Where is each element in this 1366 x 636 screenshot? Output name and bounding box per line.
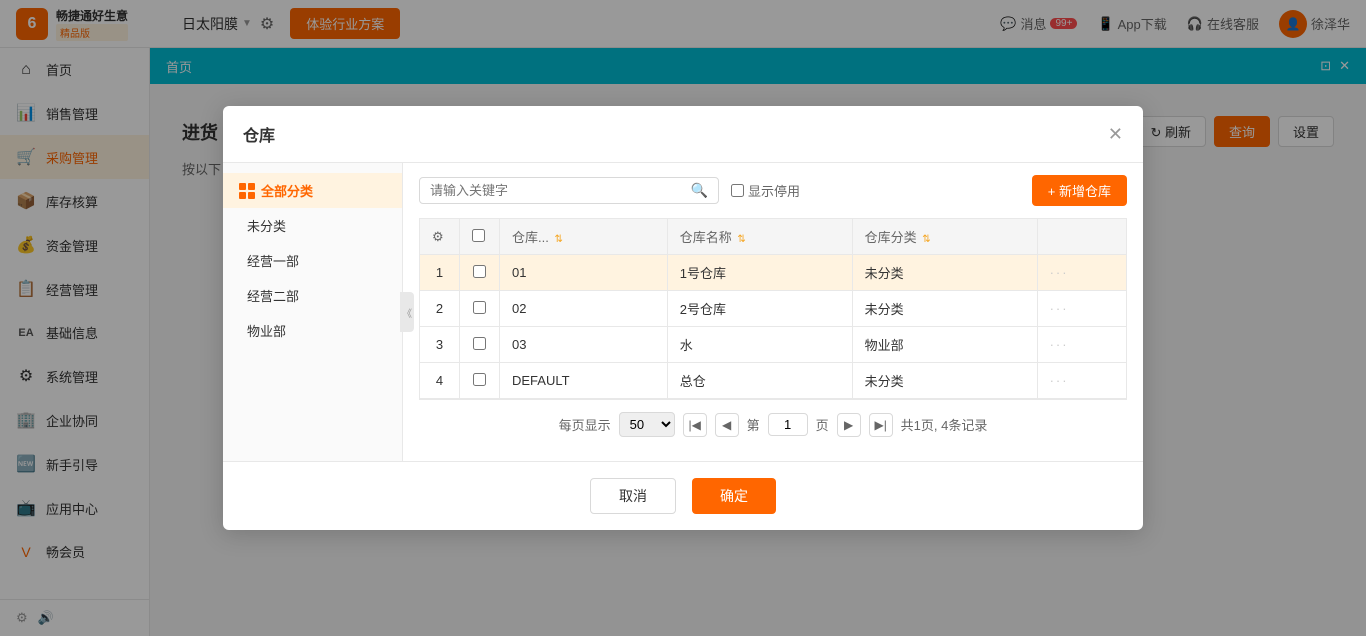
cat-item-1[interactable]: 经营一部	[223, 243, 402, 278]
cat-collapse-btn[interactable]: 《	[400, 292, 414, 332]
row-more-icon[interactable]: ···	[1050, 337, 1069, 352]
row-more-icon[interactable]: ···	[1050, 301, 1069, 316]
row-code: 02	[500, 291, 668, 327]
th-category: 仓库分类 ⇅	[852, 219, 1037, 255]
page-unit: 页	[816, 415, 829, 434]
modal-footer: 取消 确定	[223, 461, 1143, 530]
per-page-label: 每页显示	[559, 415, 611, 434]
row-category: 未分类	[852, 363, 1037, 399]
page-summary: 共1页, 4条记录	[901, 415, 988, 434]
show-disabled-label[interactable]: 显示停用	[731, 181, 800, 200]
page-input[interactable]	[768, 413, 808, 436]
table-toolbar: 🔍 显示停用 + 新增仓库	[419, 175, 1127, 206]
page-prev-btn[interactable]: ◀	[715, 413, 739, 437]
modal-close-btn[interactable]: ✕	[1108, 124, 1123, 145]
search-box: 🔍	[419, 177, 719, 204]
add-warehouse-btn[interactable]: + 新增仓库	[1032, 175, 1127, 206]
cat-item-3[interactable]: 物业部	[223, 313, 402, 348]
modal-overlay: 仓库 ✕ 全部分类 未分类	[0, 0, 1366, 636]
table-row[interactable]: 4 DEFAULT 总仓 未分类 ···	[420, 363, 1127, 399]
row-code: 03	[500, 327, 668, 363]
row-num: 4	[420, 363, 460, 399]
row-more-icon[interactable]: ···	[1050, 265, 1069, 280]
search-input[interactable]	[430, 183, 685, 198]
per-page-select[interactable]: 10 20 50 100	[619, 412, 675, 437]
row-name: 2号仓库	[667, 291, 852, 327]
th-actions	[1037, 219, 1126, 255]
modal-header: 仓库 ✕	[223, 106, 1143, 163]
row-actions[interactable]: ···	[1037, 327, 1126, 363]
confirm-btn[interactable]: 确定	[692, 478, 776, 514]
th-name: 仓库名称 ⇅	[667, 219, 852, 255]
table-panel: 🔍 显示停用 + 新增仓库 ⚙	[403, 163, 1143, 461]
cancel-btn[interactable]: 取消	[590, 478, 676, 514]
sort-code-icon[interactable]: ⇅	[554, 234, 562, 245]
row-num: 1	[420, 255, 460, 291]
th-category-label: 仓库分类	[865, 230, 917, 245]
table-head: ⚙ 仓库... ⇅ 仓库名称 ⇅	[420, 219, 1127, 255]
show-disabled-text: 显示停用	[748, 181, 800, 200]
row-check[interactable]	[460, 255, 500, 291]
table-body: 1 01 1号仓库 未分类 ··· 2 02 2	[420, 255, 1127, 399]
pagination: 每页显示 10 20 50 100 |◀ ◀ 第 页 ▶	[419, 399, 1127, 449]
select-all-checkbox[interactable]	[472, 229, 485, 242]
modal-body: 全部分类 未分类 经营一部 经营二部 物业部 《 🔍	[223, 163, 1143, 461]
cat-item-0[interactable]: 未分类	[223, 208, 402, 243]
search-icon: 🔍	[691, 182, 708, 199]
table-row[interactable]: 2 02 2号仓库 未分类 ···	[420, 291, 1127, 327]
category-panel: 全部分类 未分类 经营一部 经营二部 物业部 《	[223, 163, 403, 461]
cat-all-item[interactable]: 全部分类	[223, 173, 402, 208]
row-actions[interactable]: ···	[1037, 255, 1126, 291]
show-disabled-checkbox[interactable]	[731, 184, 744, 197]
warehouse-modal: 仓库 ✕ 全部分类 未分类	[223, 106, 1143, 530]
row-category: 未分类	[852, 291, 1037, 327]
th-checkbox	[460, 219, 500, 255]
row-name: 总仓	[667, 363, 852, 399]
page-next-btn[interactable]: ▶	[837, 413, 861, 437]
row-check[interactable]	[460, 291, 500, 327]
row-code: DEFAULT	[500, 363, 668, 399]
grid-icon	[239, 183, 255, 199]
sort-category-icon[interactable]: ⇅	[922, 234, 930, 245]
row-category: 未分类	[852, 255, 1037, 291]
th-name-label: 仓库名称	[680, 230, 732, 245]
page-first-btn[interactable]: |◀	[683, 413, 707, 437]
row-code: 01	[500, 255, 668, 291]
row-num: 2	[420, 291, 460, 327]
row-num: 3	[420, 327, 460, 363]
row-name: 水	[667, 327, 852, 363]
per-page-select-area: 10 20 50 100	[619, 412, 675, 437]
row-category: 物业部	[852, 327, 1037, 363]
row-checkbox-4[interactable]	[473, 373, 486, 386]
row-actions[interactable]: ···	[1037, 291, 1126, 327]
row-more-icon[interactable]: ···	[1050, 373, 1069, 388]
page-label: 第	[747, 415, 760, 434]
cat-all-label: 全部分类	[261, 181, 313, 200]
row-checkbox-3[interactable]	[473, 337, 486, 350]
th-settings[interactable]: ⚙	[420, 219, 460, 255]
row-checkbox-1[interactable]	[473, 265, 486, 278]
sort-name-icon[interactable]: ⇅	[737, 234, 745, 245]
row-check[interactable]	[460, 363, 500, 399]
warehouse-table: ⚙ 仓库... ⇅ 仓库名称 ⇅	[419, 218, 1127, 399]
table-row[interactable]: 1 01 1号仓库 未分类 ···	[420, 255, 1127, 291]
cat-item-2[interactable]: 经营二部	[223, 278, 402, 313]
table-container: ⚙ 仓库... ⇅ 仓库名称 ⇅	[419, 218, 1127, 399]
row-check[interactable]	[460, 327, 500, 363]
th-code: 仓库... ⇅	[500, 219, 668, 255]
page-last-btn[interactable]: ▶|	[869, 413, 893, 437]
row-actions[interactable]: ···	[1037, 363, 1126, 399]
table-row[interactable]: 3 03 水 物业部 ···	[420, 327, 1127, 363]
th-code-label: 仓库...	[512, 230, 549, 245]
modal-title: 仓库	[243, 122, 275, 146]
row-name: 1号仓库	[667, 255, 852, 291]
row-checkbox-2[interactable]	[473, 301, 486, 314]
